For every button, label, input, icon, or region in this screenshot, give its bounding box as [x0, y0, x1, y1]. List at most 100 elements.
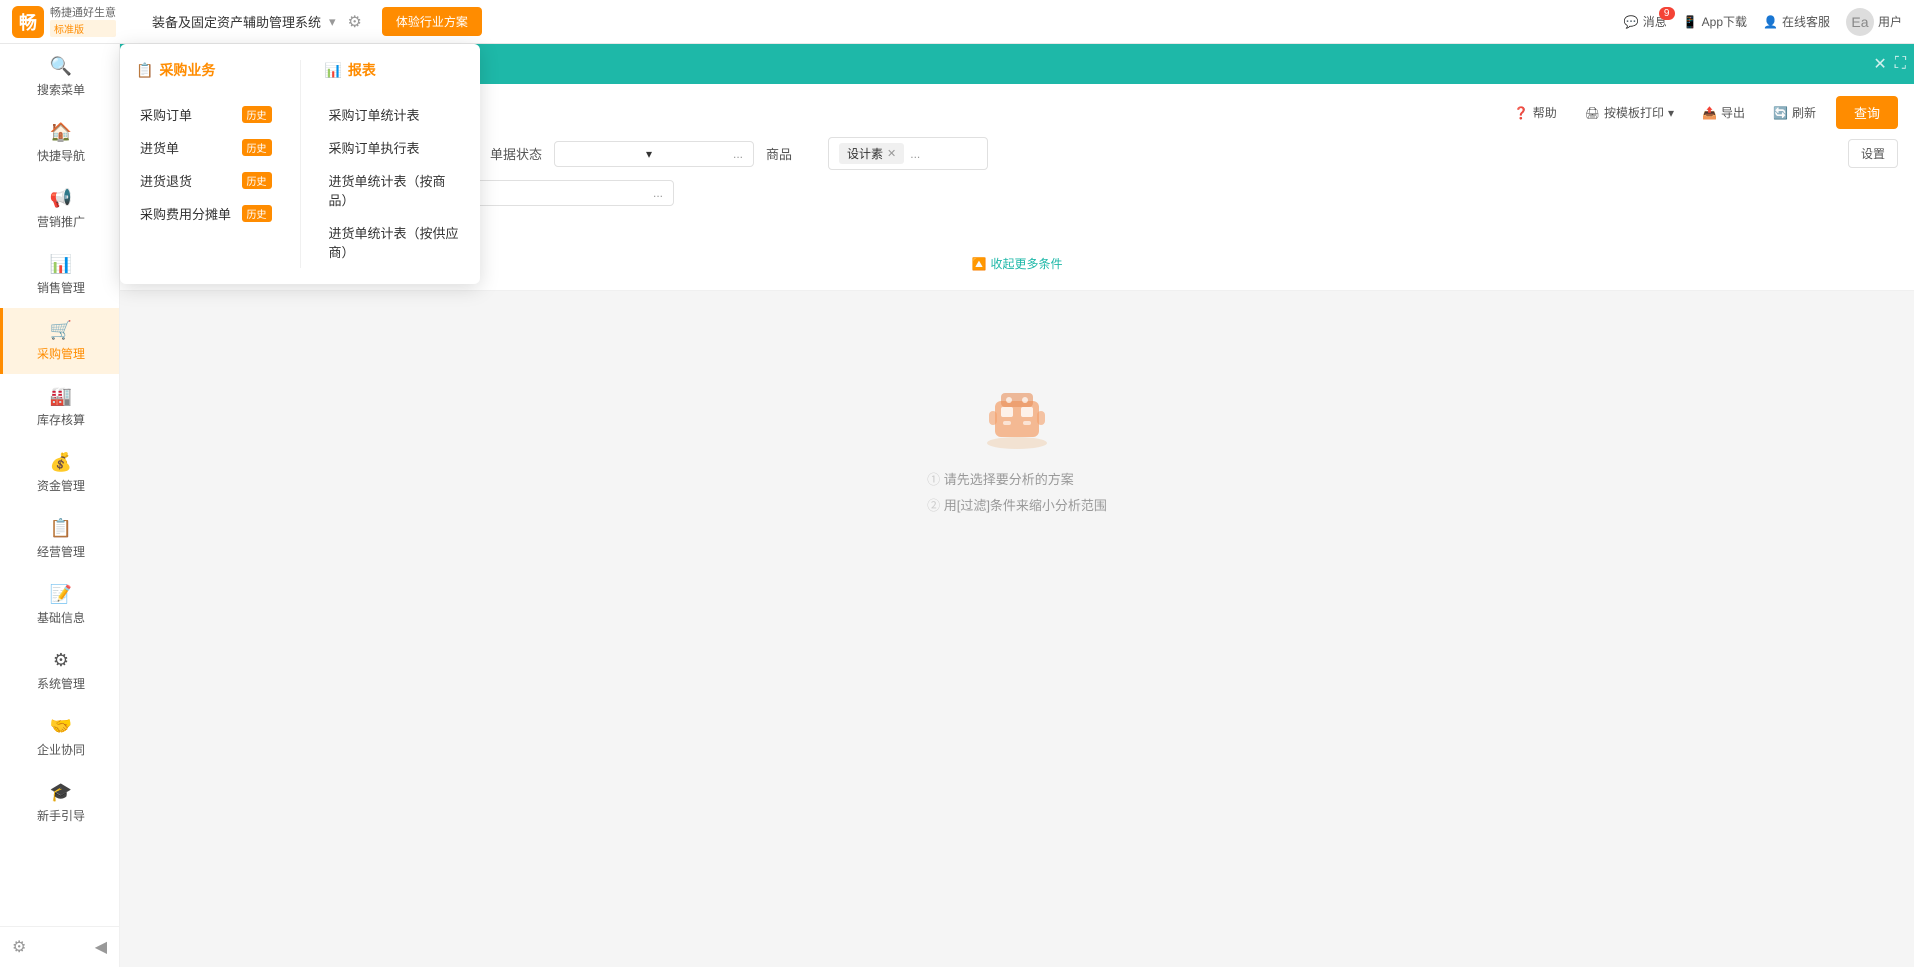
empty-state: ① 请先选择要分析的方案 ② 用[过滤]条件来缩小分析范围: [120, 291, 1914, 599]
goods-tag-remove[interactable]: ✕: [887, 147, 896, 160]
menu-item-purchase-order-exec[interactable]: 采购订单执行表: [325, 131, 465, 164]
user-menu-button[interactable]: Ea 用户: [1846, 8, 1902, 36]
sidebar-label-operations: 经营管理: [37, 543, 85, 560]
query-button[interactable]: 查询: [1836, 96, 1898, 129]
purchase-icon: 🛒: [50, 320, 72, 341]
sidebar-label-enterprise: 企业协同: [37, 741, 85, 758]
stock-in-label: 进货单: [140, 138, 179, 157]
help-icon: ❓: [1514, 106, 1529, 120]
user-label: 用户: [1878, 13, 1902, 30]
tab-expand-icon[interactable]: ⛶: [1895, 55, 1906, 73]
menu-item-stock-stats-by-supplier[interactable]: 进货单统计表（按供应商）: [325, 216, 465, 268]
goods-tag: 设计素 ✕: [839, 143, 904, 164]
logo-tag: 标准版: [50, 20, 116, 37]
status-select[interactable]: ▾ ...: [554, 141, 754, 167]
purchase-order-exec-label: 采购订单执行表: [329, 138, 420, 157]
salesperson-select[interactable]: ...: [474, 180, 674, 206]
sidebar-item-marketing[interactable]: 📢 营销推广: [0, 176, 119, 242]
sidebar-bottom: ⚙ ◀: [0, 926, 119, 967]
status-label: 单据状态: [490, 144, 542, 163]
sidebar-item-enterprise[interactable]: 🤝 企业协同: [0, 704, 119, 770]
service-icon: 👤: [1763, 15, 1778, 29]
purchase-expense-history-badge: 历史: [242, 205, 272, 222]
help-label: 帮助: [1533, 104, 1557, 121]
purchase-menu-title: 采购业务: [159, 60, 215, 80]
sidebar-label-guide: 新手引导: [37, 807, 85, 824]
help-button[interactable]: ❓ 帮助: [1506, 100, 1565, 125]
marketing-icon: 📢: [50, 188, 72, 209]
reports-menu-icon: 📊: [325, 62, 342, 79]
sidebar-collapse-icon[interactable]: ◀: [95, 937, 107, 957]
home-icon: 🏠: [50, 122, 72, 143]
logo-text-area: 畅捷通好生意 标准版: [50, 6, 116, 37]
phone-icon: 📱: [1683, 15, 1698, 29]
sidebar-item-inventory[interactable]: 🏭 库存核算: [0, 374, 119, 440]
top-right-actions: 💬 消息 9 📱 App下载 👤 在线客服 Ea 用户: [1624, 8, 1902, 36]
menu-item-purchase-order[interactable]: 采购订单 历史: [136, 98, 276, 131]
sidebar-item-search[interactable]: 🔍 搜索菜单: [0, 44, 119, 110]
sidebar-item-sales[interactable]: 📊 销售管理: [0, 242, 119, 308]
sidebar-settings-icon[interactable]: ⚙: [12, 937, 26, 957]
menu-section-purchase: 📋 采购业务 采购订单 历史 进货单 历史 进货退货 历史 采购费用分摊单 历史: [136, 60, 276, 268]
basic-info-icon: 📝: [50, 584, 72, 605]
sidebar-item-purchase[interactable]: 🛒 采购管理: [0, 308, 119, 374]
system-title: 装备及固定资产辅助管理系统: [152, 12, 321, 31]
trial-button[interactable]: 体验行业方案: [382, 7, 482, 36]
online-service-label: 在线客服: [1782, 13, 1830, 30]
system-icon: ⚙: [53, 650, 69, 671]
sidebar-label-system: 系统管理: [37, 675, 85, 692]
guide-icon: 🎓: [50, 782, 72, 803]
menu-item-stock-return[interactable]: 进货退货 历史: [136, 164, 276, 197]
sidebar-label-marketing: 营销推广: [37, 213, 85, 230]
message-icon: 💬: [1624, 15, 1639, 29]
menu-divider: [300, 60, 301, 268]
stock-in-history-badge: 历史: [242, 139, 272, 156]
operations-icon: 📋: [50, 518, 72, 539]
stock-stats-goods-label: 进货单统计表（按商品）: [329, 171, 461, 209]
print-dropdown-icon: ▾: [1668, 106, 1674, 120]
menu-item-purchase-order-stats[interactable]: 采购订单统计表: [325, 98, 465, 131]
goods-select[interactable]: 设计素 ✕ ...: [828, 137, 988, 170]
sidebar-item-guide[interactable]: 🎓 新手引导: [0, 770, 119, 836]
menu-item-stock-in[interactable]: 进货单 历史: [136, 131, 276, 164]
sidebar-label-purchase: 采购管理: [37, 345, 85, 362]
menu-item-purchase-expense[interactable]: 采购费用分摊单 历史: [136, 197, 276, 230]
collapse-up-icon: 🔼: [972, 257, 987, 271]
app-download-button[interactable]: 📱 App下载: [1683, 13, 1747, 30]
online-service-button[interactable]: 👤 在线客服: [1763, 13, 1830, 30]
messages-button[interactable]: 💬 消息 9: [1624, 13, 1667, 30]
sidebar-item-quick-nav[interactable]: 🏠 快捷导航: [0, 110, 119, 176]
refresh-button[interactable]: 🔄 刷新: [1765, 100, 1824, 125]
collapse-label: 收起更多条件: [990, 255, 1062, 272]
avatar-initials: Ea: [1851, 14, 1868, 30]
goods-more: ...: [910, 147, 920, 161]
sidebar-item-system[interactable]: ⚙ 系统管理: [0, 638, 119, 704]
refresh-label: 刷新: [1792, 104, 1816, 121]
sidebar-label-search: 搜索菜单: [37, 81, 85, 98]
purchase-expense-label: 采购费用分摊单: [140, 204, 231, 223]
settings-small-button[interactable]: 设置: [1848, 139, 1898, 168]
sidebar-label-inventory: 库存核算: [37, 411, 85, 428]
purchase-order-history-badge: 历史: [242, 106, 272, 123]
empty-hint-1: ① 请先选择要分析的方案: [927, 467, 1107, 493]
sidebar-item-operations[interactable]: 📋 经营管理: [0, 506, 119, 572]
sidebar-item-basic-info[interactable]: 📝 基础信息: [0, 572, 119, 638]
settings-icon[interactable]: ⚙: [348, 12, 362, 32]
goods-label: 商品: [766, 144, 816, 163]
reports-menu-title: 报表: [348, 60, 376, 80]
sidebar-item-finance[interactable]: 💰 资金管理: [0, 440, 119, 506]
print-button[interactable]: 🖨 按模板打印 ▾: [1577, 100, 1682, 125]
logo-icon: 畅: [12, 6, 44, 38]
export-button[interactable]: 📤 导出: [1694, 100, 1753, 125]
status-dropdown-icon: ▾: [646, 147, 652, 161]
empty-hint-2-text: 用[过滤]条件来缩小分析范围: [944, 498, 1107, 513]
purchase-dropdown-menu: 📋 采购业务 采购订单 历史 进货单 历史 进货退货 历史 采购费用分摊单 历史…: [120, 44, 480, 284]
stock-return-history-badge: 历史: [242, 172, 272, 189]
enterprise-icon: 🤝: [50, 716, 72, 737]
menu-section-purchase-title: 📋 采购业务: [136, 60, 276, 86]
dropdown-arrow-icon[interactable]: ▾: [329, 14, 336, 30]
logo-title: 畅捷通好生意: [50, 6, 116, 20]
menu-item-stock-stats-by-goods[interactable]: 进货单统计表（按商品）: [325, 164, 465, 216]
goods-tag-label: 设计素: [847, 145, 883, 162]
tab-close-all-icon[interactable]: ✕: [1873, 54, 1886, 74]
